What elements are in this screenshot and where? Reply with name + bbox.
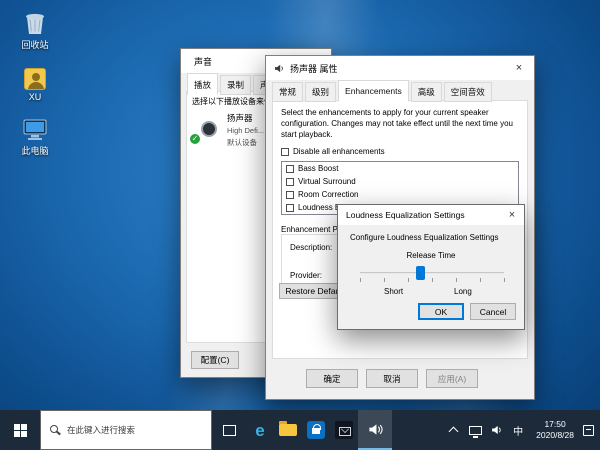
ok-button[interactable]: 确定 — [306, 369, 358, 388]
windows-logo-icon — [13, 423, 27, 437]
enhancement-label: Virtual Surround — [298, 177, 356, 186]
loudness-equalization-checkbox[interactable] — [286, 203, 294, 212]
loudness-titlebar[interactable]: Loudness Equalization Settings × — [338, 205, 524, 225]
speaker-icon — [368, 423, 383, 435]
loudness-cancel-button[interactable]: Cancel — [470, 303, 516, 320]
tab-advanced[interactable]: 高级 — [410, 82, 442, 102]
tab-spatial-sound[interactable]: 空间音效 — [443, 82, 492, 102]
speaker-device-icon: ✓ — [189, 112, 222, 145]
release-time-label: Release Time — [406, 251, 456, 260]
start-button[interactable] — [0, 410, 40, 450]
recycle-bin-icon — [8, 8, 62, 36]
task-view-button[interactable] — [212, 410, 246, 450]
desktop-icon-xu[interactable]: XU — [8, 62, 62, 102]
description-label: Description: — [290, 243, 333, 252]
tab-enhancements[interactable]: Enhancements — [338, 80, 409, 102]
tab-general[interactable]: 常规 — [272, 82, 304, 102]
provider-label: Provider: — [290, 271, 323, 280]
disable-all-checkbox[interactable] — [281, 147, 289, 156]
speaker-icon — [275, 64, 283, 72]
close-icon[interactable]: × — [500, 205, 524, 225]
ime-indicator[interactable]: 中 — [507, 423, 529, 438]
room-correction-checkbox[interactable] — [286, 190, 294, 199]
bass-boost-checkbox[interactable] — [286, 164, 294, 173]
taskbar-search[interactable] — [40, 410, 212, 450]
display-tray-icon[interactable] — [469, 425, 483, 438]
user-folder-icon — [8, 62, 62, 90]
edge-icon: e — [255, 420, 265, 440]
tab-recording[interactable]: 录制 — [220, 75, 252, 95]
properties-tabs: 常规 级别 Enhancements 高级 空间音效 — [266, 80, 534, 102]
folder-icon — [279, 421, 297, 436]
sound-window-title: 声音 — [194, 56, 213, 67]
disable-all-label: Disable all enhancements — [293, 147, 385, 156]
virtual-surround-checkbox[interactable] — [286, 177, 294, 186]
device-name: 扬声器 — [227, 113, 253, 123]
active-sound-task-button[interactable] — [358, 410, 392, 450]
loudness-instruction: Configure Loudness Equalization Settings — [350, 233, 499, 242]
enhancement-item-bass-boost[interactable]: Bass Boost — [282, 162, 518, 175]
search-input[interactable] — [41, 425, 211, 435]
enhancement-item-virtual-surround[interactable]: Virtual Surround — [282, 175, 518, 188]
taskbar-clock[interactable]: 17:50 2020/8/28 — [529, 419, 581, 442]
enhancement-label: Room Correction — [298, 190, 359, 199]
desktop-icon-label: 回收站 — [21, 40, 49, 50]
default-device-check-icon: ✓ — [189, 133, 201, 145]
configure-button[interactable]: 配置(C) — [191, 351, 239, 369]
volume-tray-icon[interactable] — [491, 424, 503, 436]
store-icon — [307, 421, 325, 439]
edge-button[interactable]: e — [246, 410, 274, 450]
apply-button[interactable]: 应用(A) — [426, 369, 478, 388]
enhancement-item-room-correction[interactable]: Room Correction — [282, 188, 518, 201]
disable-all-checkbox-row[interactable]: Disable all enhancements — [281, 147, 385, 156]
action-center-icon[interactable] — [583, 424, 594, 436]
desktop-icon-label: XU — [28, 92, 42, 102]
desktop-icon-recycle-bin[interactable]: 回收站 — [8, 8, 62, 51]
enhancement-label: Bass Boost — [298, 164, 339, 173]
taskbar: e 中 17:50 202 — [0, 410, 600, 450]
slider-track[interactable] — [360, 272, 504, 274]
loudness-settings-dialog: Loudness Equalization Settings × Configu… — [337, 204, 525, 330]
release-time-slider[interactable] — [360, 265, 505, 283]
desktop: 回收站 XU 此电脑 声音 播放 录制 声音 选择以下播放设备来修 — [0, 0, 600, 450]
show-hidden-icons-chevron-icon[interactable] — [448, 426, 459, 437]
search-icon — [50, 425, 58, 433]
slider-max-label: Long — [454, 287, 472, 296]
properties-footer: 确定 取消 应用(A) — [266, 359, 534, 399]
file-explorer-button[interactable] — [274, 410, 302, 450]
loudness-title: Loudness Equalization Settings — [346, 210, 465, 220]
loudness-ok-button[interactable]: OK — [418, 303, 464, 320]
slider-min-label: Short — [384, 287, 404, 296]
store-button[interactable] — [302, 410, 330, 450]
device-detail: High Defi... — [227, 126, 265, 135]
enhancements-instruction: Select the enhancements to apply for you… — [281, 108, 513, 140]
desktop-icon-label: 此电脑 — [21, 146, 49, 156]
task-view-icon — [222, 424, 236, 436]
release-time-thumb[interactable] — [416, 266, 426, 280]
tab-levels[interactable]: 级别 — [305, 82, 337, 102]
system-tray: 中 17:50 2020/8/28 — [443, 410, 600, 450]
properties-title: 扬声器 属性 — [290, 63, 338, 74]
clock-date: 2020/8/28 — [536, 430, 574, 440]
mail-icon — [335, 421, 353, 439]
device-status: 默认设备 — [227, 138, 257, 147]
tab-playback[interactable]: 播放 — [187, 73, 219, 95]
clock-time: 17:50 — [544, 418, 566, 429]
mail-button[interactable] — [330, 410, 358, 450]
cancel-button[interactable]: 取消 — [366, 369, 418, 388]
properties-titlebar[interactable]: 扬声器 属性 × — [266, 56, 534, 80]
desktop-icon-this-pc[interactable]: 此电脑 — [8, 114, 62, 157]
this-pc-icon — [8, 114, 62, 142]
close-icon[interactable]: × — [504, 56, 534, 80]
